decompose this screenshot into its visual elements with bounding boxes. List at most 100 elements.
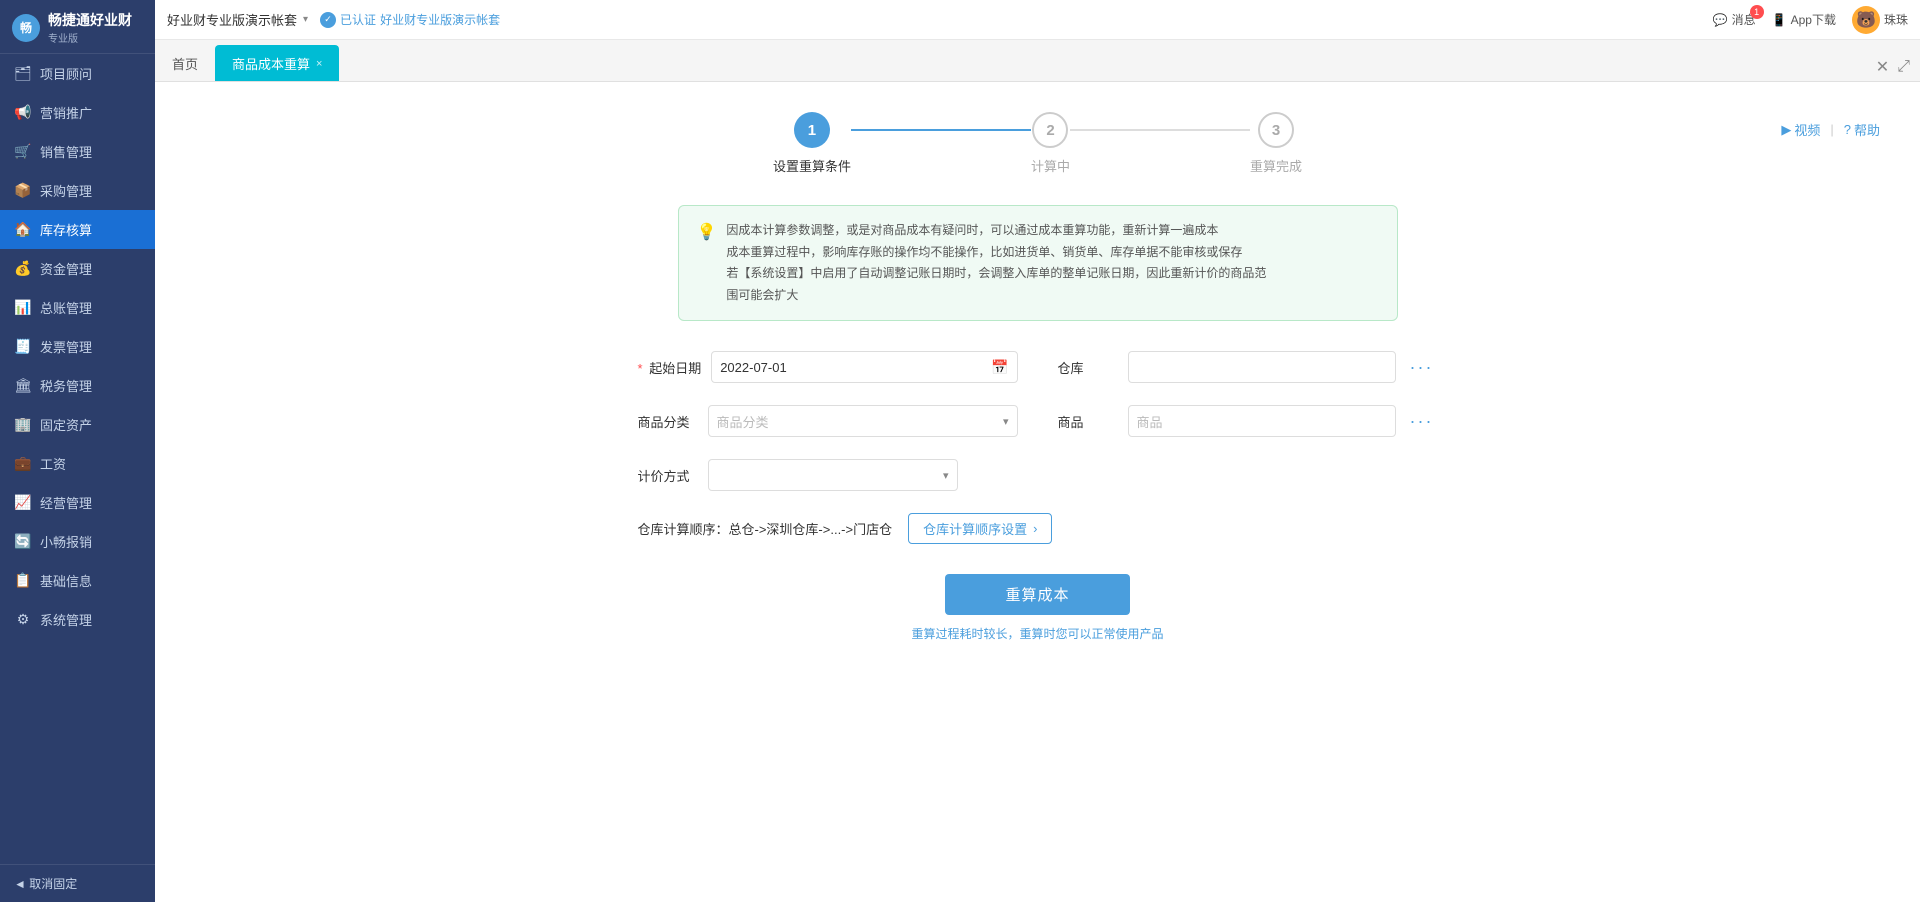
sidebar-item-purchase[interactable]: 📦采购管理 — [0, 171, 155, 210]
warehouse-label: 仓库 — [1058, 358, 1118, 377]
warehouse-btn-chevron-icon: › — [1033, 521, 1037, 536]
verified-label: 已认证 — [340, 11, 376, 28]
account-selector[interactable]: 好业财专业版演示帐套 ▾ — [167, 10, 308, 29]
verified-account: 好业财专业版演示帐套 — [380, 11, 500, 28]
step-2-label: 计算中 — [1031, 156, 1070, 175]
verified-badge-area: ✓ 已认证 好业财专业版演示帐套 — [320, 11, 500, 28]
invoice-icon: 🧾 — [14, 338, 32, 356]
warehouse-input[interactable] — [1128, 351, 1396, 383]
sidebar-item-assets[interactable]: 🏢固定资产 — [0, 405, 155, 444]
goods-placeholder: 商品 — [1137, 412, 1387, 431]
sidebar-item-project[interactable]: 🗂 项目顾问 — [0, 54, 155, 93]
app-download-label: App下载 — [1791, 11, 1836, 28]
sidebar-item-basic[interactable]: 📋 基础信息 — [0, 561, 155, 600]
recalc-section: 重算成本 重算过程耗时较长，重算时您可以正常使用产品 — [638, 574, 1438, 642]
tab-home[interactable]: 首页 — [155, 45, 215, 81]
sidebar-item-invoice[interactable]: 🧾发票管理 — [0, 327, 155, 366]
info-box: 💡 因成本计算参数调整，或是对商品成本有疑问时，可以通过成本重算功能，重新计算一… — [678, 205, 1398, 321]
start-date-group: * 起始日期 2022-07-01 📅 — [638, 351, 1018, 383]
message-icon: 💬 — [1713, 13, 1728, 27]
goods-input[interactable]: 商品 — [1128, 405, 1396, 437]
app-download-button[interactable]: 📱 App下载 — [1772, 11, 1836, 28]
accounting-icon: 📊 — [14, 299, 32, 317]
main-area: 好业财专业版演示帐套 ▾ ✓ 已认证 好业财专业版演示帐套 💬 消息 1 📱 A… — [155, 0, 1920, 902]
user-name: 珠珠 — [1884, 11, 1908, 28]
sidebar-item-accounting[interactable]: 📊总账管理 — [0, 288, 155, 327]
start-date-value: 2022-07-01 — [720, 360, 991, 375]
sidebar-item-label: 库存核算 — [40, 220, 92, 239]
sidebar-item-label: 工资 — [40, 454, 66, 473]
goods-more-icon[interactable]: ··· — [1406, 411, 1438, 432]
recalc-button[interactable]: 重算成本 — [945, 574, 1129, 615]
content-area: 1 设置重算条件 2 计算中 3 重算完成 — [155, 82, 1920, 902]
warehouse-order-label: 仓库计算顺序：总仓->深圳仓库->...->门店仓 — [638, 519, 893, 538]
connector-2 — [1070, 129, 1250, 131]
step-1-label: 设置重算条件 — [773, 156, 851, 175]
category-label: 商品分类 — [638, 412, 698, 431]
sidebar-item-expense[interactable]: 🔄 小畅报销 — [0, 522, 155, 561]
app-logo-icon: 畅 — [12, 14, 40, 42]
sidebar-header: 畅 畅捷通好业财 专业版 — [0, 0, 155, 54]
sidebar-item-label: 小畅报销 — [40, 532, 92, 551]
user-menu[interactable]: 🐻 珠珠 — [1852, 6, 1908, 34]
start-date-input[interactable]: 2022-07-01 📅 — [711, 351, 1017, 383]
pricing-select[interactable]: ▾ — [708, 459, 958, 491]
basic-icon: 📋 — [14, 572, 32, 590]
pricing-chevron-icon: ▾ — [943, 469, 949, 482]
sidebar: 畅 畅捷通好业财 专业版 🗂 项目顾问 📢营销推广🛒销售管理📦采购管理 🏠 库存核算 💰资… — [0, 0, 155, 902]
sidebar-item-label: 销售管理 — [40, 142, 92, 161]
tab-close-icon[interactable]: × — [316, 58, 322, 70]
step-indicator: 1 设置重算条件 2 计算中 3 重算完成 — [195, 112, 1880, 175]
verified-icon: ✓ — [320, 12, 336, 28]
sidebar-item-operations[interactable]: 📈经营管理 — [0, 483, 155, 522]
top-bar-actions: 💬 消息 1 📱 App下载 🐻 珠珠 — [1713, 6, 1908, 34]
close-window-icon[interactable]: ✕ — [1876, 57, 1889, 77]
account-chevron-icon: ▾ — [303, 14, 308, 25]
notification-badge: 1 — [1750, 5, 1764, 19]
sidebar-unpin-button[interactable]: ◄ 取消固定 — [0, 864, 155, 902]
goods-label: 商品 — [1058, 412, 1118, 431]
category-select[interactable]: 商品分类 ▾ — [708, 405, 1018, 437]
step-3-label: 重算完成 — [1250, 156, 1302, 175]
step-3: 3 重算完成 — [1250, 112, 1302, 175]
sidebar-item-system[interactable]: ⚙系统管理 — [0, 600, 155, 639]
sidebar-item-inventory[interactable]: 🏠 库存核算 — [0, 210, 155, 249]
pricing-row: 计价方式 ▾ — [638, 459, 1438, 491]
help-link[interactable]: ? 帮助 — [1844, 120, 1880, 139]
sidebar-item-tax[interactable]: 🏛税务管理 — [0, 366, 155, 405]
sidebar-item-label: 资金管理 — [40, 259, 92, 278]
step-1: 1 设置重算条件 — [773, 112, 851, 175]
sidebar-item-label: 税务管理 — [40, 376, 92, 395]
tab-cost-recalc[interactable]: 商品成本重算 × — [215, 45, 339, 81]
account-name: 好业财专业版演示帐套 — [167, 10, 297, 29]
video-link[interactable]: ▶ 视频 — [1781, 120, 1820, 139]
operations-icon: 📈 — [14, 494, 32, 512]
recalc-hint: 重算过程耗时较长，重算时您可以正常使用产品 — [638, 625, 1438, 642]
form-row-1: * 起始日期 2022-07-01 📅 仓库 ··· — [638, 351, 1438, 383]
warehouse-order-btn[interactable]: 仓库计算顺序设置 › — [908, 513, 1052, 544]
sidebar-item-label: 系统管理 — [40, 610, 92, 629]
sidebar-item-sales[interactable]: 🛒销售管理 — [0, 132, 155, 171]
info-icon: 💡 — [697, 222, 717, 306]
sidebar-item-label: 固定资产 — [40, 415, 92, 434]
tab-cost-recalc-label: 商品成本重算 — [232, 54, 310, 73]
purchase-icon: 📦 — [14, 182, 32, 200]
sidebar-item-marketing[interactable]: 📢营销推广 — [0, 93, 155, 132]
sidebar-item-label: 基础信息 — [40, 571, 92, 590]
warehouse-group: 仓库 ··· — [1058, 351, 1438, 383]
tab-bar: 首页 商品成本重算 × ✕ ⤢ — [155, 40, 1920, 82]
app-subtitle: 专业版 — [48, 30, 132, 45]
inventory-icon: 🏠 — [14, 221, 32, 239]
project-icon: 🗂 — [14, 65, 32, 83]
sidebar-item-label: 项目顾问 — [40, 64, 92, 83]
app-download-icon: 📱 — [1772, 13, 1787, 27]
step-2-circle: 2 — [1032, 112, 1068, 148]
sidebar-item-payroll[interactable]: 💼工资 — [0, 444, 155, 483]
warehouse-more-icon[interactable]: ··· — [1406, 357, 1438, 378]
expense-icon: 🔄 — [14, 533, 32, 551]
calendar-icon[interactable]: 📅 — [991, 359, 1008, 376]
sidebar-item-finance[interactable]: 💰资金管理 — [0, 249, 155, 288]
messages-button[interactable]: 💬 消息 1 — [1713, 11, 1756, 28]
connector-1 — [851, 129, 1031, 131]
maximize-icon[interactable]: ⤢ — [1897, 58, 1910, 76]
